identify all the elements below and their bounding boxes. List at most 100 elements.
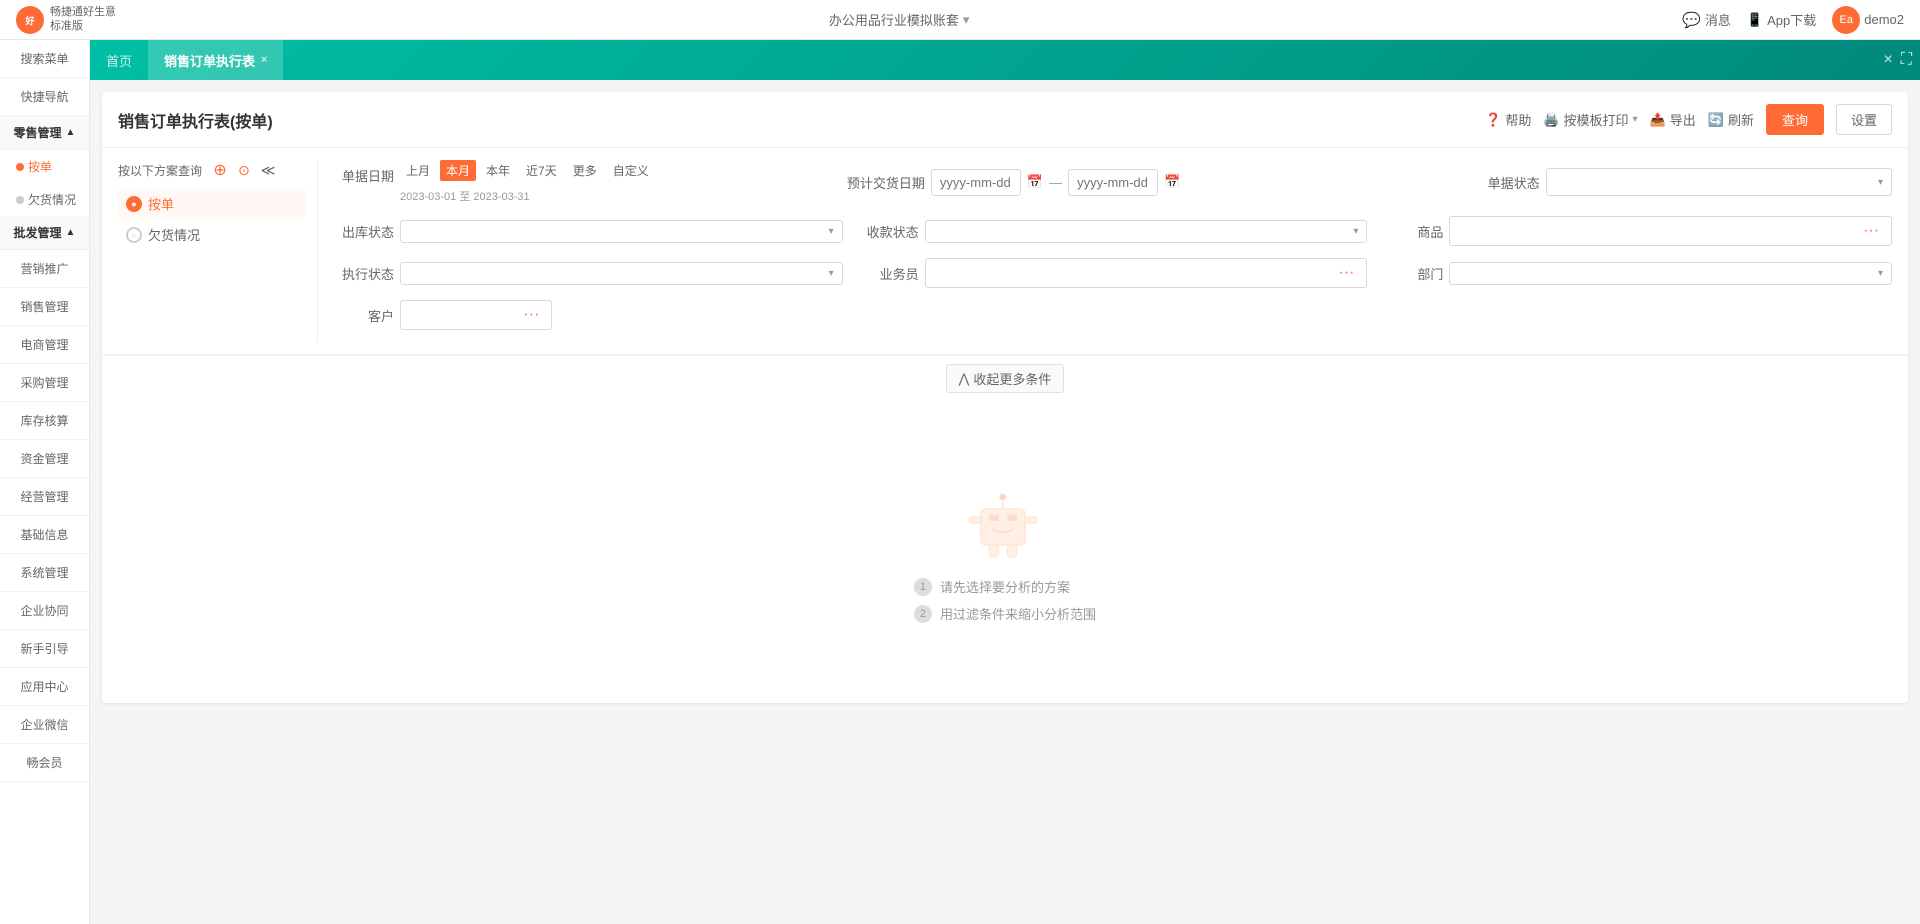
payment-status-group: 收款状态 ▾	[859, 220, 1368, 243]
settings-btn[interactable]: 设置	[1836, 104, 1892, 135]
sidebar-item-new-user-guide[interactable]: 新手引导	[0, 630, 89, 668]
sidebar-item-wholesale-mgmt[interactable]: 批发管理 ▲	[0, 216, 89, 250]
teal-tab-bar: 首页 销售订单执行表 × × ⛶	[90, 40, 1920, 80]
print-btn[interactable]: 🖨️ 按模板打印 ▾	[1543, 110, 1637, 129]
user-area[interactable]: Ea demo2	[1832, 6, 1904, 34]
doc-status-select[interactable]: ▾	[1546, 168, 1892, 196]
sidebar-item-sales-mgmt[interactable]: 销售管理	[0, 288, 89, 326]
sidebar-item-retail-mgmt[interactable]: 零售管理 ▲	[0, 116, 89, 150]
export-btn[interactable]: 📤 导出	[1650, 110, 1696, 129]
delivery-status-arrow-icon: ▾	[829, 226, 834, 237]
delivery-cal-icon[interactable]: 📅	[1027, 174, 1043, 190]
help-icon: ❓	[1485, 112, 1501, 128]
dept-select[interactable]: ▾	[1449, 262, 1892, 285]
exec-status-select[interactable]: ▾	[400, 262, 843, 285]
salesperson-label: 业务员	[859, 264, 919, 283]
sidebar-item-system-mgmt[interactable]: 系统管理	[0, 554, 89, 592]
sidebar-subitem-press-order[interactable]: 按单	[0, 150, 89, 183]
tab-active[interactable]: 销售订单执行表 ×	[148, 40, 283, 80]
delivery-date-end[interactable]	[1068, 169, 1158, 196]
customer-label: 客户	[334, 306, 394, 325]
date-tab-this-year[interactable]: 本年	[480, 160, 516, 181]
customer-select[interactable]: ···	[400, 300, 552, 330]
tab-home[interactable]: 首页	[90, 40, 148, 80]
scheme-option-debt-info[interactable]: ○ 欠货情况	[118, 219, 305, 250]
exec-status-arrow-icon: ▾	[829, 268, 834, 279]
sidebar-item-finance-mgmt[interactable]: 资金管理	[0, 440, 89, 478]
sidebar-item-ecommerce-mgmt[interactable]: 电商管理	[0, 326, 89, 364]
header-right: 💬 消息 📱 App下载 Ea demo2	[1682, 6, 1904, 34]
collapse-row: ⋀ 收起更多条件	[102, 355, 1908, 401]
sidebar-item-operation-mgmt[interactable]: 经营管理	[0, 478, 89, 516]
sidebar-item-app-center[interactable]: 应用中心	[0, 668, 89, 706]
sidebar-item-member[interactable]: 畅会员	[0, 744, 89, 782]
expected-delivery-group: 预计交货日期 📅 — 📅	[845, 169, 1464, 196]
date-separator: —	[1049, 175, 1062, 190]
date-tab-more[interactable]: 更多	[567, 160, 603, 181]
delivery-status-select[interactable]: ▾	[400, 220, 843, 243]
salesperson-dots-icon[interactable]: ···	[1334, 264, 1358, 282]
content-area: 首页 销售订单执行表 × × ⛶ 销售订单执行表(按单) ❓	[90, 40, 1920, 924]
date-range-text: 2023-03-01 至 2023-03-31	[400, 188, 829, 204]
product-group: 商品 ···	[1383, 216, 1892, 246]
date-tab-this-month[interactable]: 本月	[440, 160, 476, 181]
add-scheme-btn[interactable]: ⊕	[210, 160, 230, 180]
doc-status-arrow-icon: ▾	[1878, 177, 1883, 188]
dropdown-icon[interactable]: ▾	[963, 12, 970, 28]
date-tab-last-month[interactable]: 上月	[400, 160, 436, 181]
page-content: 销售订单执行表(按单) ❓ 帮助 🖨️ 按模板打印 ▾ 📤	[90, 80, 1920, 924]
date-filter-group: 单据日期 上月 本月 本年 近7天 更多 自定义	[334, 160, 829, 204]
empty-illustration	[965, 481, 1045, 561]
page-inner: 销售订单执行表(按单) ❓ 帮助 🖨️ 按模板打印 ▾ 📤	[102, 92, 1908, 703]
collapse-btn[interactable]: ⋀ 收起更多条件	[946, 364, 1065, 393]
filter-row-1: 单据日期 上月 本月 本年 近7天 更多 自定义	[334, 160, 1892, 204]
collapse-scheme-btn[interactable]: ≪	[258, 160, 278, 180]
doc-status-group: 单据状态 ▾	[1480, 168, 1892, 196]
help-btn[interactable]: ❓ 帮助	[1485, 110, 1531, 129]
app-download-btn[interactable]: 📱 App下载	[1747, 10, 1816, 29]
sidebar-item-inventory-calc[interactable]: 库存核算	[0, 402, 89, 440]
filter-row-3: 执行状态 ▾ 业务员 ···	[334, 258, 1892, 288]
dot-icon	[16, 196, 24, 204]
product-select[interactable]: ···	[1449, 216, 1892, 246]
refresh-btn[interactable]: 🔄 刷新	[1708, 110, 1754, 129]
messages-btn[interactable]: 💬 消息	[1682, 10, 1731, 29]
settings-scheme-btn[interactable]: ⊙	[234, 160, 254, 180]
sidebar-item-basic-info[interactable]: 基础信息	[0, 516, 89, 554]
customer-dots-icon[interactable]: ···	[519, 306, 543, 324]
date-label: 单据日期	[334, 166, 394, 185]
date-tab-custom[interactable]: 自定义	[607, 160, 655, 181]
filter-section: 按以下方案查询 ⊕ ⊙ ≪ ● 按单 ○ 欠货情况	[102, 148, 1908, 355]
filter-row-4: 客户 ···	[334, 300, 1892, 330]
scheme-option-press-order[interactable]: ● 按单	[118, 188, 305, 219]
sidebar-item-purchase-mgmt[interactable]: 采购管理	[0, 364, 89, 402]
maximize-btn[interactable]: ⛶	[1901, 51, 1912, 69]
delivery-date-start[interactable]	[931, 169, 1021, 196]
avatar: Ea	[1832, 6, 1860, 34]
payment-status-select[interactable]: ▾	[925, 220, 1368, 243]
minimize-btn[interactable]: ×	[1883, 51, 1892, 69]
sidebar-item-enterprise-wechat[interactable]: 企业微信	[0, 706, 89, 744]
sidebar-item-quick-nav[interactable]: 快捷导航	[0, 78, 89, 116]
sidebar-subitem-debt-info[interactable]: 欠货情况	[0, 183, 89, 216]
empty-tips: 1 请先选择要分析的方案 2 用过滤条件来缩小分析范围	[914, 577, 1096, 623]
date-tab-last7days[interactable]: 近7天	[520, 160, 563, 181]
filter-scheme-panel: 按以下方案查询 ⊕ ⊙ ≪ ● 按单 ○ 欠货情况	[118, 160, 318, 342]
tab-close-icon[interactable]: ×	[261, 54, 267, 66]
sidebar-item-search-menu[interactable]: 搜索菜单	[0, 40, 89, 78]
filter-form: 单据日期 上月 本月 本年 近7天 更多 自定义	[334, 160, 1892, 342]
logo-area: 好 畅捷通好生意 标准版	[16, 6, 116, 34]
salesperson-group: 业务员 ···	[859, 258, 1368, 288]
sidebar-item-enterprise-collab[interactable]: 企业协同	[0, 592, 89, 630]
tip-num-2: 2	[914, 605, 932, 623]
query-btn[interactable]: 查询	[1766, 104, 1824, 135]
retail-sub-menu: 按单 欠货情况	[0, 150, 89, 216]
payment-status-label: 收款状态	[859, 222, 919, 241]
product-dots-icon[interactable]: ···	[1859, 222, 1883, 240]
salesperson-select[interactable]: ···	[925, 258, 1368, 288]
delivery-cal-icon-end[interactable]: 📅	[1164, 174, 1180, 190]
date-tabs: 上月 本月 本年 近7天 更多 自定义	[400, 160, 829, 181]
wholesale-arrow-icon: ▲	[66, 227, 76, 238]
sidebar-item-sales-promo[interactable]: 营销推广	[0, 250, 89, 288]
exec-status-group: 执行状态 ▾	[334, 262, 843, 285]
